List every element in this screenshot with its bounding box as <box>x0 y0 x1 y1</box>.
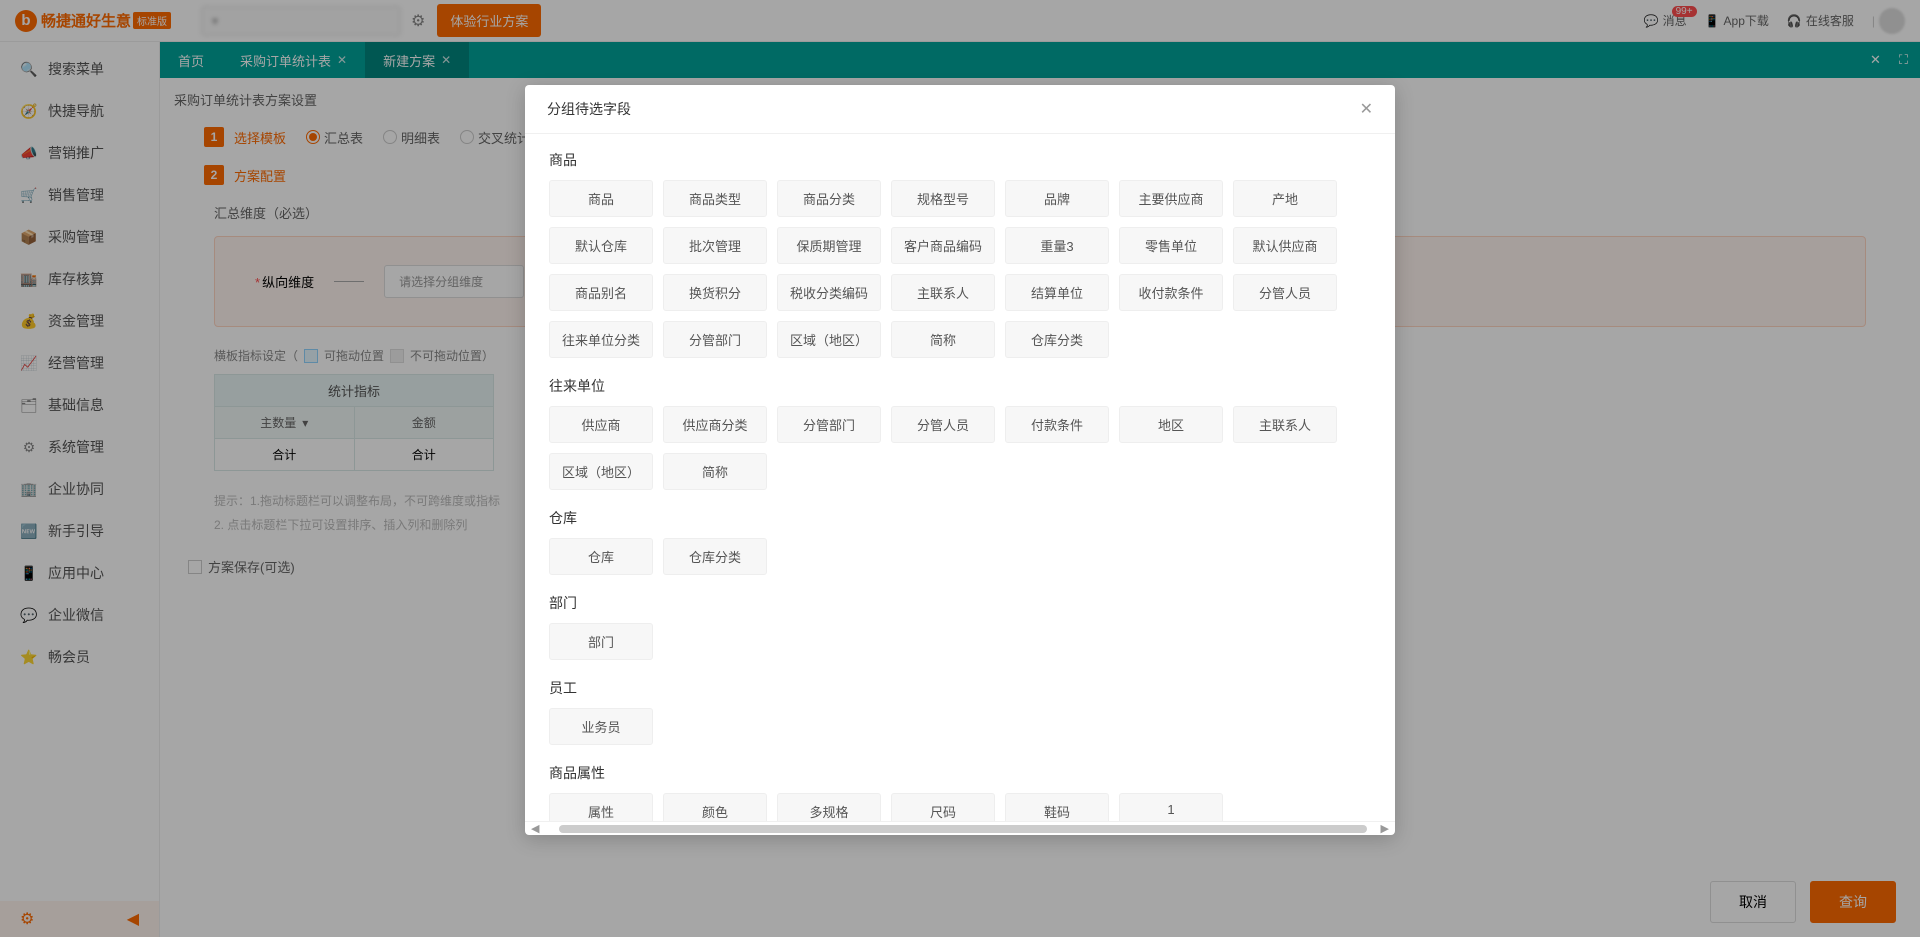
tag-list: 业务员 <box>549 708 1371 745</box>
field-tag[interactable]: 分管人员 <box>1233 274 1337 311</box>
field-tag[interactable]: 往来单位分类 <box>549 321 653 358</box>
field-tag[interactable]: 主联系人 <box>1233 406 1337 443</box>
tag-list: 属性颜色多规格尺码鞋码 1 <box>549 793 1371 821</box>
tag-list: 部门 <box>549 623 1371 660</box>
field-tag[interactable]: 简称 <box>663 453 767 490</box>
field-tag[interactable]: 地区 <box>1119 406 1223 443</box>
field-tag[interactable]: 默认供应商 <box>1233 227 1337 264</box>
field-tag[interactable]: 鞋码 <box>1005 793 1109 821</box>
field-tag[interactable]: 商品类型 <box>663 180 767 217</box>
field-tag[interactable]: 分管部门 <box>663 321 767 358</box>
field-tag[interactable]: 商品 <box>549 180 653 217</box>
field-tag[interactable]: 规格型号 <box>891 180 995 217</box>
field-tag[interactable]: 简称 <box>891 321 995 358</box>
field-category: 部门部门 <box>549 593 1371 660</box>
category-title: 往来单位 <box>549 376 1371 396</box>
field-tag[interactable]: 品牌 <box>1005 180 1109 217</box>
field-tag[interactable]: 属性 <box>549 793 653 821</box>
modal-title: 分组待选字段 <box>547 99 631 119</box>
tag-list: 仓库仓库分类 <box>549 538 1371 575</box>
field-tag[interactable]: 换货积分 <box>663 274 767 311</box>
field-category: 商品商品商品类型商品分类规格型号品牌主要供应商产地默认仓库批次管理保质期管理客户… <box>549 150 1371 358</box>
field-tag[interactable]: 产地 <box>1233 180 1337 217</box>
field-tag[interactable]: 保质期管理 <box>777 227 881 264</box>
field-tag[interactable]: 主联系人 <box>891 274 995 311</box>
field-tag[interactable]: 默认仓库 <box>549 227 653 264</box>
field-tag[interactable]: 尺码 <box>891 793 995 821</box>
field-tag[interactable]: 1 <box>1119 793 1223 821</box>
modal-horizontal-scrollbar[interactable]: ◀ ▶ <box>525 821 1395 835</box>
field-tag[interactable]: 多规格 <box>777 793 881 821</box>
scrollbar-thumb[interactable] <box>559 825 1366 833</box>
field-tag[interactable]: 重量3 <box>1005 227 1109 264</box>
field-tag[interactable]: 业务员 <box>549 708 653 745</box>
modal-overlay: 分组待选字段 ✕ 商品商品商品类型商品分类规格型号品牌主要供应商产地默认仓库批次… <box>0 0 1920 937</box>
field-category: 商品属性属性颜色多规格尺码鞋码 1 <box>549 763 1371 821</box>
modal-body: 商品商品商品类型商品分类规格型号品牌主要供应商产地默认仓库批次管理保质期管理客户… <box>525 134 1395 821</box>
field-tag[interactable]: 零售单位 <box>1119 227 1223 264</box>
field-tag[interactable]: 部门 <box>549 623 653 660</box>
field-tag[interactable]: 区域（地区） <box>549 453 653 490</box>
close-icon[interactable]: ✕ <box>1360 99 1373 119</box>
field-category: 仓库仓库仓库分类 <box>549 508 1371 575</box>
category-title: 商品属性 <box>549 763 1371 783</box>
tag-list: 商品商品类型商品分类规格型号品牌主要供应商产地默认仓库批次管理保质期管理客户商品… <box>549 180 1371 358</box>
field-tag[interactable]: 供应商 <box>549 406 653 443</box>
field-tag[interactable]: 主要供应商 <box>1119 180 1223 217</box>
field-tag[interactable]: 颜色 <box>663 793 767 821</box>
field-tag[interactable]: 供应商分类 <box>663 406 767 443</box>
field-tag[interactable]: 仓库分类 <box>1005 321 1109 358</box>
scroll-right-icon[interactable]: ▶ <box>1375 822 1395 835</box>
field-picker-modal: 分组待选字段 ✕ 商品商品商品类型商品分类规格型号品牌主要供应商产地默认仓库批次… <box>525 85 1395 835</box>
field-category: 往来单位供应商供应商分类分管部门分管人员付款条件地区主联系人区域（地区） 简称 <box>549 376 1371 490</box>
field-tag[interactable]: 税收分类编码 <box>777 274 881 311</box>
field-tag[interactable]: 批次管理 <box>663 227 767 264</box>
scroll-left-icon[interactable]: ◀ <box>525 822 545 835</box>
field-tag[interactable]: 仓库分类 <box>663 538 767 575</box>
field-tag[interactable]: 区域（地区） <box>777 321 881 358</box>
category-title: 仓库 <box>549 508 1371 528</box>
field-tag[interactable]: 商品别名 <box>549 274 653 311</box>
category-title: 商品 <box>549 150 1371 170</box>
field-tag[interactable]: 客户商品编码 <box>891 227 995 264</box>
field-tag[interactable]: 付款条件 <box>1005 406 1109 443</box>
field-tag[interactable]: 商品分类 <box>777 180 881 217</box>
field-tag[interactable]: 分管部门 <box>777 406 881 443</box>
field-tag[interactable]: 收付款条件 <box>1119 274 1223 311</box>
modal-header: 分组待选字段 ✕ <box>525 85 1395 134</box>
category-title: 部门 <box>549 593 1371 613</box>
field-category: 员工业务员 <box>549 678 1371 745</box>
field-tag[interactable]: 分管人员 <box>891 406 995 443</box>
category-title: 员工 <box>549 678 1371 698</box>
tag-list: 供应商供应商分类分管部门分管人员付款条件地区主联系人区域（地区） 简称 <box>549 406 1371 490</box>
field-tag[interactable]: 仓库 <box>549 538 653 575</box>
field-tag[interactable]: 结算单位 <box>1005 274 1109 311</box>
